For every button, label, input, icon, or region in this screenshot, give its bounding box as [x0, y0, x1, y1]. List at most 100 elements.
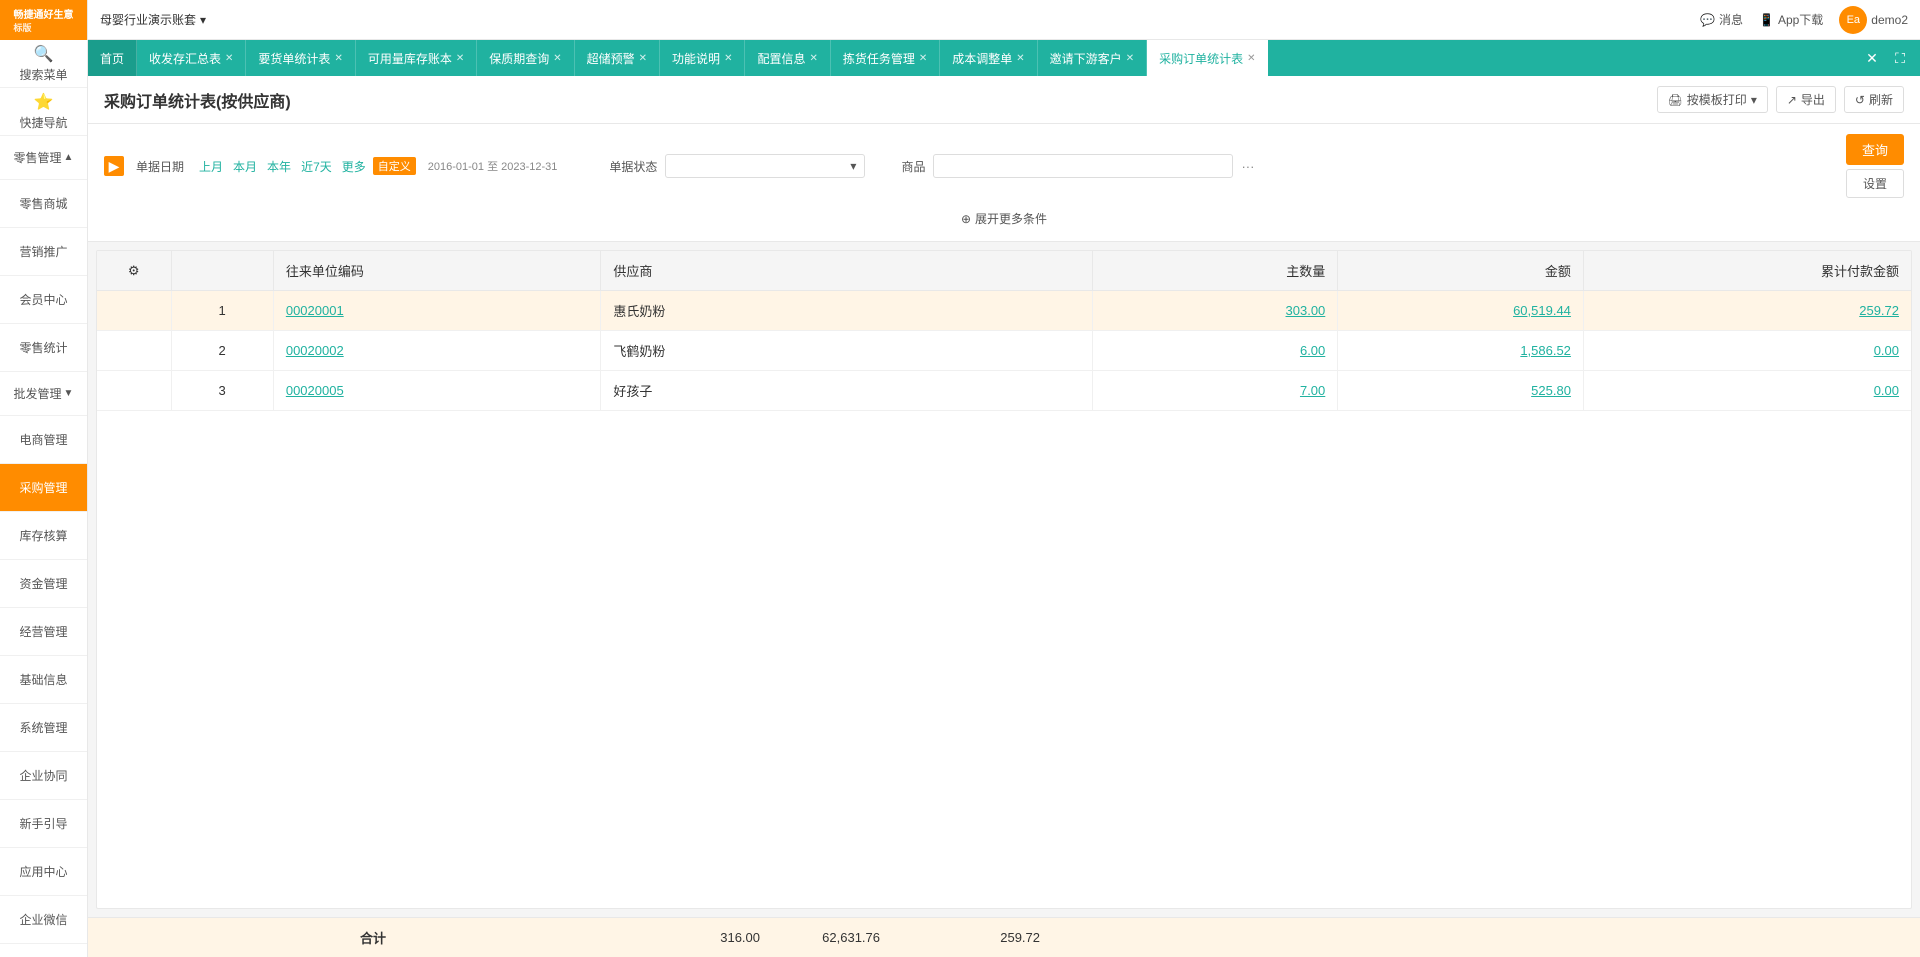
td-amount[interactable]: 60,519.44	[1338, 291, 1584, 331]
close-window-btn[interactable]: ✕	[1860, 46, 1884, 70]
tab-func-desc[interactable]: 功能说明 ✕	[660, 40, 745, 76]
sidebar-item-marketing[interactable]: 营销推广	[0, 228, 87, 276]
sidebar-item-retail-shop[interactable]: 零售商城	[0, 180, 87, 228]
tab-close-icon[interactable]: ✕	[1126, 53, 1134, 64]
tab-close-icon[interactable]: ✕	[456, 53, 464, 64]
th-paid: 累计付款金额	[1583, 251, 1911, 291]
footer-qty: 316.00	[640, 930, 760, 945]
table-body: 1 00020001 惠氏奶粉 303.00 60,519.44 259.72 …	[97, 291, 1911, 411]
account-dropdown[interactable]: 母婴行业演示账套 ▾	[100, 11, 206, 28]
tab-close-icon[interactable]: ✕	[1016, 53, 1024, 64]
message-btn[interactable]: 💬 消息	[1700, 11, 1743, 28]
td-qty[interactable]: 303.00	[1092, 291, 1338, 331]
td-code[interactable]: 00020005	[273, 371, 601, 411]
top-nav: 首页 收发存汇总表 ✕ 要货单统计表 ✕ 可用量库存账本 ✕ 保质期查询 ✕ 超…	[88, 40, 1920, 76]
fullscreen-btn[interactable]: ⛶	[1888, 46, 1912, 70]
td-qty[interactable]: 7.00	[1092, 371, 1338, 411]
chevron-down-icon: ▾	[1751, 93, 1757, 107]
tab-invite-downstream[interactable]: 邀请下游客户 ✕	[1038, 40, 1147, 76]
td-num: 2	[171, 331, 273, 371]
sidebar-item-wechat[interactable]: 企业微信	[0, 896, 87, 944]
settings-button[interactable]: 设置	[1846, 169, 1904, 198]
goods-input[interactable]	[933, 154, 1233, 178]
refresh-button[interactable]: ↺ 刷新	[1844, 86, 1904, 113]
td-code[interactable]: 00020002	[273, 331, 601, 371]
tab-home[interactable]: 首页	[88, 40, 137, 76]
sidebar-item-wholesale[interactable]: 批发管理 ▼	[0, 372, 87, 416]
th-gear[interactable]: ⚙	[97, 251, 171, 291]
tab-config-info[interactable]: 配置信息 ✕	[745, 40, 830, 76]
tab-overstock-alert[interactable]: 超储预警 ✕	[575, 40, 660, 76]
sidebar-item-retail[interactable]: 零售管理 ▲	[0, 136, 87, 180]
tab-close-icon[interactable]: ✕	[1247, 53, 1255, 64]
th-qty: 主数量	[1092, 251, 1338, 291]
user-menu[interactable]: Ea demo2	[1839, 6, 1908, 34]
sidebar-item-system[interactable]: 系统管理	[0, 704, 87, 752]
app-download-btn[interactable]: 📱 App下载	[1759, 11, 1823, 28]
table-header-row: ⚙ 往来单位编码 供应商 主数量 金额 累计付款金额	[97, 251, 1911, 291]
th-supplier: 供应商	[601, 251, 1092, 291]
filter-goods: 商品 ···	[901, 154, 1254, 178]
query-button[interactable]: 查询	[1846, 134, 1904, 165]
td-gear	[97, 331, 171, 371]
custom-date-badge[interactable]: 自定义	[373, 157, 416, 175]
tab-receive-summary[interactable]: 收发存汇总表 ✕	[137, 40, 246, 76]
shortcut-this-month[interactable]: 本月	[230, 157, 260, 176]
tab-close-icon[interactable]: ✕	[639, 53, 647, 64]
tab-stock-task[interactable]: 拣货任务管理 ✕	[831, 40, 940, 76]
shortcut-last-month[interactable]: 上月	[196, 157, 226, 176]
tab-order-stats[interactable]: 要货单统计表 ✕	[246, 40, 355, 76]
td-code[interactable]: 00020001	[273, 291, 601, 331]
td-amount[interactable]: 525.80	[1338, 371, 1584, 411]
th-code: 往来单位编码	[273, 251, 601, 291]
export-button[interactable]: ↗ 导出	[1776, 86, 1836, 113]
tab-close-icon[interactable]: ✕	[225, 53, 233, 64]
shortcut-more[interactable]: 更多	[339, 157, 369, 176]
tab-close-icon[interactable]: ✕	[334, 53, 342, 64]
tab-available-stock[interactable]: 可用量库存账本 ✕	[356, 40, 477, 76]
sidebar-item-vip[interactable]: 畅会员	[0, 944, 87, 957]
sidebar-item-quicknav[interactable]: ⭐ 快捷导航	[0, 88, 87, 136]
td-supplier: 飞鹤奶粉	[601, 331, 1092, 371]
tab-close-icon[interactable]: ✕	[724, 53, 732, 64]
td-paid[interactable]: 0.00	[1583, 331, 1911, 371]
footer-amount: 62,631.76	[760, 930, 880, 945]
sidebar-item-inventory[interactable]: 库存核算	[0, 512, 87, 560]
table-row[interactable]: 1 00020001 惠氏奶粉 303.00 60,519.44 259.72	[97, 291, 1911, 331]
table-row[interactable]: 3 00020005 好孩子 7.00 525.80 0.00	[97, 371, 1911, 411]
shortcut-this-year[interactable]: 本年	[264, 157, 294, 176]
sidebar-item-search[interactable]: 🔍 搜索菜单	[0, 40, 87, 88]
td-paid[interactable]: 259.72	[1583, 291, 1911, 331]
template-print-button[interactable]: 🖨 按模板打印 ▾	[1657, 86, 1768, 113]
shortcut-7days[interactable]: 近7天	[298, 157, 335, 176]
sidebar-item-basic[interactable]: 基础信息	[0, 656, 87, 704]
tab-close-icon[interactable]: ✕	[553, 53, 561, 64]
more-icon[interactable]: ···	[1241, 159, 1254, 174]
tab-cost-adjust[interactable]: 成本调整单 ✕	[940, 40, 1037, 76]
date-shortcuts: 上月 本月 本年 近7天 更多 自定义	[196, 157, 416, 176]
sidebar-item-operation[interactable]: 经营管理	[0, 608, 87, 656]
expand-more-button[interactable]: ⊕ 展开更多条件	[104, 206, 1904, 231]
sidebar-item-purchase[interactable]: 采购管理	[0, 464, 87, 512]
filter-toggle-button[interactable]: ▶	[104, 156, 124, 176]
sidebar-item-newguide[interactable]: 新手引导	[0, 800, 87, 848]
sidebar-item-finance[interactable]: 资金管理	[0, 560, 87, 608]
td-qty[interactable]: 6.00	[1092, 331, 1338, 371]
sidebar-item-collab[interactable]: 企业协同	[0, 752, 87, 800]
table-row[interactable]: 2 00020002 飞鹤奶粉 6.00 1,586.52 0.00	[97, 331, 1911, 371]
sidebar-item-ecommerce[interactable]: 电商管理	[0, 416, 87, 464]
tab-close-icon[interactable]: ✕	[809, 53, 817, 64]
sidebar-item-member[interactable]: 会员中心	[0, 276, 87, 324]
tab-close-icon[interactable]: ✕	[919, 53, 927, 64]
status-select[interactable]: ▾	[665, 154, 865, 178]
td-amount[interactable]: 1,586.52	[1338, 331, 1584, 371]
td-paid[interactable]: 0.00	[1583, 371, 1911, 411]
refresh-icon: ↺	[1855, 93, 1865, 107]
sidebar-item-appcenter[interactable]: 应用中心	[0, 848, 87, 896]
expand-icon: ⊕	[961, 212, 971, 226]
sidebar-item-retail-stats[interactable]: 零售统计	[0, 324, 87, 372]
tab-purchase-summary[interactable]: 采购订单统计表 ✕	[1147, 40, 1268, 76]
filter-row-1: ▶ 单据日期 上月 本月 本年 近7天 更多 自定义 2016-01-01 至 …	[104, 134, 1904, 198]
tab-shelf-life[interactable]: 保质期查询 ✕	[477, 40, 574, 76]
td-num: 3	[171, 371, 273, 411]
